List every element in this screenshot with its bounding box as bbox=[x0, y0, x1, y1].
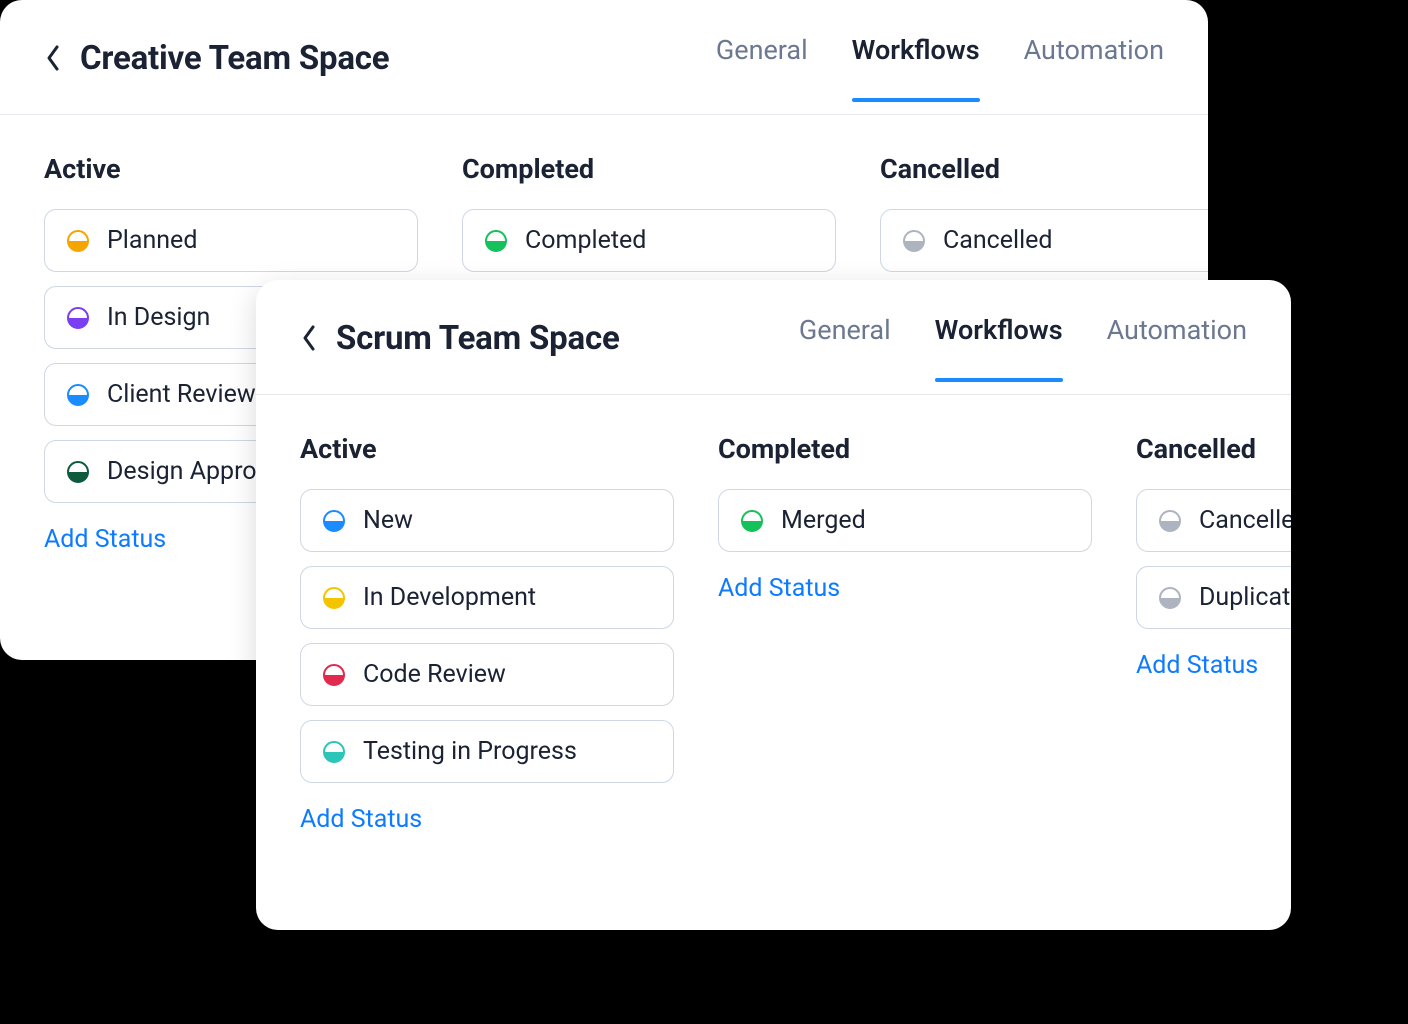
status-list: Cancelled bbox=[880, 209, 1208, 272]
tab-workflows[interactable]: Workflows bbox=[935, 314, 1063, 362]
column-title: Cancelled bbox=[1136, 433, 1291, 465]
column-title: Active bbox=[44, 153, 418, 185]
status-label: New bbox=[363, 506, 413, 535]
tab-automation[interactable]: Automation bbox=[1107, 314, 1247, 362]
status-dot-icon bbox=[1159, 510, 1181, 532]
status-label: Completed bbox=[525, 226, 646, 255]
tabs: General Workflows Automation bbox=[716, 34, 1164, 82]
status-item[interactable]: Completed bbox=[462, 209, 836, 272]
status-item[interactable]: Duplicate bbox=[1136, 566, 1291, 629]
tab-general[interactable]: General bbox=[799, 314, 891, 362]
tab-workflows[interactable]: Workflows bbox=[852, 34, 980, 82]
panel-header: Scrum Team Space General Workflows Autom… bbox=[256, 280, 1291, 376]
status-item[interactable]: Cancelled bbox=[1136, 489, 1291, 552]
status-label: Client Review bbox=[107, 380, 256, 409]
status-label: In Development bbox=[363, 583, 536, 612]
back-icon[interactable] bbox=[44, 44, 62, 72]
add-status-button[interactable]: Add Status bbox=[300, 805, 674, 834]
status-dot-icon bbox=[323, 664, 345, 686]
status-dot-icon bbox=[323, 587, 345, 609]
status-dot-icon bbox=[903, 230, 925, 252]
status-item[interactable]: Merged bbox=[718, 489, 1092, 552]
status-label: In Design bbox=[107, 303, 210, 332]
status-list: Cancelled Duplicate bbox=[1136, 489, 1291, 629]
status-dot-icon bbox=[67, 384, 89, 406]
status-label: Duplicate bbox=[1199, 583, 1291, 612]
back-icon[interactable] bbox=[300, 324, 318, 352]
tab-general[interactable]: General bbox=[716, 34, 808, 82]
status-label: Code Review bbox=[363, 660, 506, 689]
status-list: Merged bbox=[718, 489, 1092, 552]
column-title: Cancelled bbox=[880, 153, 1208, 185]
status-label: Testing in Progress bbox=[363, 737, 577, 766]
status-dot-icon bbox=[1159, 587, 1181, 609]
page-title: Scrum Team Space bbox=[336, 319, 620, 358]
status-item[interactable]: Planned bbox=[44, 209, 418, 272]
status-item[interactable]: Cancelled bbox=[880, 209, 1208, 272]
status-list: Completed bbox=[462, 209, 836, 272]
column-cancelled: Cancelled Cancelled Duplicate Add Status bbox=[1136, 433, 1291, 834]
status-label: Cancelled bbox=[943, 226, 1053, 255]
column-title: Completed bbox=[462, 153, 836, 185]
page-title: Creative Team Space bbox=[80, 39, 389, 78]
status-label: Planned bbox=[107, 226, 197, 255]
column-title: Completed bbox=[718, 433, 1092, 465]
workflow-columns: Active New In Development Code Review bbox=[256, 395, 1291, 854]
column-completed: Completed Merged Add Status bbox=[718, 433, 1092, 834]
column-title: Active bbox=[300, 433, 674, 465]
status-dot-icon bbox=[67, 461, 89, 483]
tab-automation[interactable]: Automation bbox=[1024, 34, 1164, 82]
status-dot-icon bbox=[485, 230, 507, 252]
status-item[interactable]: Testing in Progress bbox=[300, 720, 674, 783]
column-active: Active New In Development Code Review bbox=[300, 433, 674, 834]
status-dot-icon bbox=[741, 510, 763, 532]
panel-scrum: Scrum Team Space General Workflows Autom… bbox=[256, 280, 1291, 930]
panel-header: Creative Team Space General Workflows Au… bbox=[0, 0, 1208, 96]
status-list: New In Development Code Review Testing i… bbox=[300, 489, 674, 783]
status-dot-icon bbox=[323, 741, 345, 763]
status-item[interactable]: New bbox=[300, 489, 674, 552]
add-status-button[interactable]: Add Status bbox=[718, 574, 1092, 603]
status-dot-icon bbox=[67, 307, 89, 329]
status-dot-icon bbox=[323, 510, 345, 532]
status-dot-icon bbox=[67, 230, 89, 252]
status-item[interactable]: In Development bbox=[300, 566, 674, 629]
tabs: General Workflows Automation bbox=[799, 314, 1247, 362]
status-label: Merged bbox=[781, 506, 866, 535]
status-label: Cancelled bbox=[1199, 506, 1291, 535]
status-item[interactable]: Code Review bbox=[300, 643, 674, 706]
add-status-button[interactable]: Add Status bbox=[1136, 651, 1291, 680]
